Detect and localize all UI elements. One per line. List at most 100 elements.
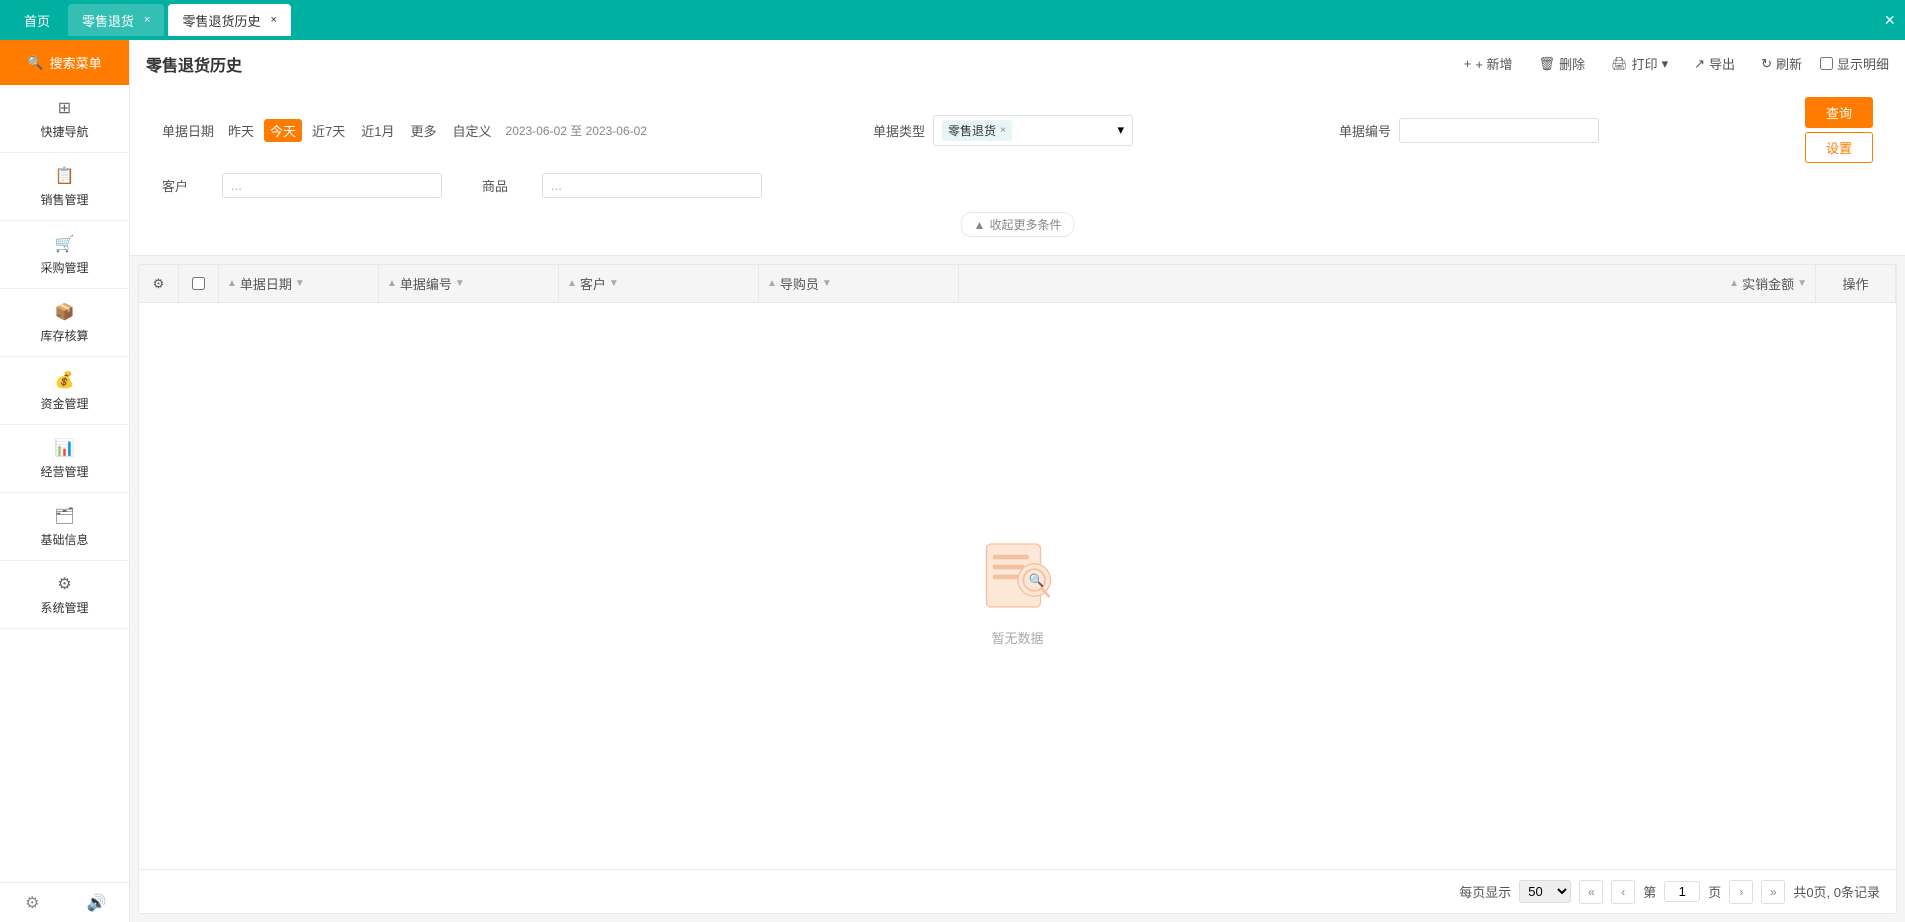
date-option-custom[interactable]: 自定义	[447, 119, 498, 142]
th-amount[interactable]: ▲ 实销金额 ▼	[959, 265, 1816, 302]
add-icon: +	[1464, 56, 1472, 71]
export-label: 导出	[1709, 54, 1735, 73]
sort-icon-date-down: ▼	[295, 278, 305, 289]
tab-retail-return-label: 零售退货	[82, 11, 134, 30]
sidebar-item-operation[interactable]: 📊 经营管理	[0, 425, 129, 493]
sidebar-settings-icon: ⚙	[25, 893, 39, 913]
type-filter-tag-text: 零售退货	[948, 122, 996, 139]
type-filter-tag-close[interactable]: ×	[1000, 125, 1006, 136]
top-bar: 首页 零售退货 × 零售退货历史 × ×	[0, 0, 1905, 40]
th-num[interactable]: ▲ 单据编号 ▼	[379, 265, 559, 302]
date-option-7days[interactable]: 近7天	[306, 119, 351, 142]
sidebar-item-quick-nav-label: 快捷导航	[40, 123, 88, 140]
print-button[interactable]: 🖨 打印 ▾	[1603, 50, 1676, 77]
num-filter-input[interactable]	[1399, 118, 1599, 143]
sidebar-audio-icon: 🔊	[87, 893, 107, 913]
page-first-button[interactable]: «	[1579, 880, 1603, 904]
page-header: 零售退货历史 + + 新增 🗑 删除 🖨 打印 ▾	[130, 40, 1905, 256]
export-button[interactable]: ↗ 导出	[1686, 50, 1743, 77]
print-icon: 🖨	[1611, 56, 1628, 72]
sidebar-search-label: 搜索菜单	[50, 53, 102, 72]
per-page-select[interactable]: 50 20 100	[1519, 880, 1571, 903]
per-page-label: 每页显示	[1459, 882, 1511, 901]
date-option-yesterday[interactable]: 昨天	[222, 119, 260, 142]
sidebar-item-basic-info[interactable]: 🗂 基础信息	[0, 493, 129, 561]
show-detail-checkbox[interactable]	[1820, 57, 1833, 70]
th-action-label: 操作	[1842, 274, 1868, 293]
delete-button[interactable]: 🗑 删除	[1531, 50, 1594, 77]
date-option-today[interactable]: 今天	[264, 119, 302, 142]
window-close-button[interactable]: ×	[1884, 10, 1895, 31]
tab-retail-return[interactable]: 零售退货 ×	[68, 4, 164, 36]
sidebar-item-basic-info-label: 基础信息	[40, 531, 88, 548]
filter-row-2: 客户 ... 商品 ...	[162, 173, 1873, 198]
th-check[interactable]	[179, 265, 219, 302]
collapse-button[interactable]: ▲ 收起更多条件	[961, 212, 1075, 237]
th-amount-label: 实销金额	[1742, 274, 1794, 293]
refresh-button[interactable]: ↻ 刷新	[1753, 50, 1810, 77]
sidebar-item-finance[interactable]: 💰 资金管理	[0, 357, 129, 425]
th-date[interactable]: ▲ 单据日期 ▼	[219, 265, 379, 302]
sidebar-item-purchase-mgmt[interactable]: 🛒 采购管理	[0, 221, 129, 289]
sidebar-audio-button[interactable]: 🔊	[65, 883, 130, 922]
show-detail-checkbox-label[interactable]: 显示明细	[1820, 54, 1889, 73]
sort-icon-guide-down: ▼	[822, 278, 832, 289]
sidebar-item-quick-nav[interactable]: ⊞ 快捷导航	[0, 85, 129, 153]
goods-filter-input[interactable]: ...	[542, 173, 762, 198]
quick-nav-icon: ⊞	[54, 97, 76, 119]
empty-text: 暂无数据	[991, 628, 1043, 647]
page-last-button[interactable]: »	[1761, 880, 1785, 904]
tab-home-label: 首页	[24, 11, 50, 30]
filter-row-1: 单据日期 昨天 今天 近7天 近1月 更多 自定义 2023-06-02 至 2…	[162, 97, 1873, 163]
tab-retail-return-history[interactable]: 零售退货历史 ×	[168, 4, 290, 36]
total-info: 共0页, 0条记录	[1793, 882, 1880, 901]
operation-icon: 📊	[54, 437, 76, 459]
sidebar-settings-button[interactable]: ⚙	[0, 883, 65, 922]
sidebar-item-purchase-mgmt-label: 采购管理	[40, 259, 88, 276]
sort-icon-amount-down: ▼	[1797, 278, 1807, 289]
sort-icon-customer-up: ▲	[567, 278, 577, 289]
search-icon: 🔍	[27, 55, 43, 71]
finance-icon: 💰	[54, 369, 76, 391]
page-next-button[interactable]: ›	[1729, 880, 1753, 904]
sort-icon-num-up: ▲	[387, 278, 397, 289]
sidebar-item-system[interactable]: ⚙ 系统管理	[0, 561, 129, 629]
query-button[interactable]: 查询	[1805, 97, 1873, 128]
empty-state-illustration: 🔍	[973, 526, 1063, 616]
th-setting[interactable]: ⚙	[139, 265, 179, 302]
setting-button[interactable]: 设置	[1805, 132, 1873, 163]
collapse-label: 收起更多条件	[989, 216, 1061, 233]
sales-mgmt-icon: 📋	[54, 165, 76, 187]
sidebar-item-sales-mgmt[interactable]: 📋 销售管理	[0, 153, 129, 221]
page-title-row: 零售退货历史 + + 新增 🗑 删除 🖨 打印 ▾	[146, 50, 1889, 77]
tab-home[interactable]: 首页	[10, 4, 64, 36]
sidebar-search[interactable]: 🔍 搜索菜单	[0, 40, 129, 85]
type-filter-select[interactable]: 零售退货 × ▾	[933, 115, 1133, 146]
page-title: 零售退货历史	[146, 52, 242, 76]
add-button[interactable]: + + 新增	[1456, 50, 1521, 77]
th-guide[interactable]: ▲ 导购员 ▼	[759, 265, 959, 302]
sidebar-item-inventory[interactable]: 📦 库存核算	[0, 289, 129, 357]
tab-retail-return-history-close[interactable]: ×	[270, 14, 276, 26]
print-dropdown-icon: ▾	[1662, 56, 1669, 72]
th-num-label: 单据编号	[400, 274, 452, 293]
type-filter-label: 单据类型	[873, 121, 933, 140]
delete-label: 删除	[1559, 54, 1585, 73]
page-prev-button[interactable]: ‹	[1611, 880, 1635, 904]
customer-filter-input[interactable]: ...	[222, 173, 442, 198]
refresh-icon: ↻	[1761, 56, 1772, 72]
type-filter-tag: 零售退货 ×	[942, 120, 1012, 141]
select-all-checkbox[interactable]	[192, 277, 205, 290]
date-option-1month[interactable]: 近1月	[355, 119, 400, 142]
sidebar-item-sales-mgmt-label: 销售管理	[40, 191, 88, 208]
export-icon: ↗	[1694, 56, 1705, 72]
tab-retail-return-close[interactable]: ×	[144, 14, 150, 26]
date-option-more[interactable]: 更多	[405, 119, 443, 142]
add-label: + 新增	[1475, 54, 1512, 73]
th-customer[interactable]: ▲ 客户 ▼	[559, 265, 759, 302]
print-label: 打印	[1632, 54, 1658, 73]
purchase-mgmt-icon: 🛒	[54, 233, 76, 255]
th-guide-label: 导购员	[780, 274, 819, 293]
page-input[interactable]	[1664, 881, 1700, 902]
show-detail-label: 显示明细	[1837, 54, 1889, 73]
